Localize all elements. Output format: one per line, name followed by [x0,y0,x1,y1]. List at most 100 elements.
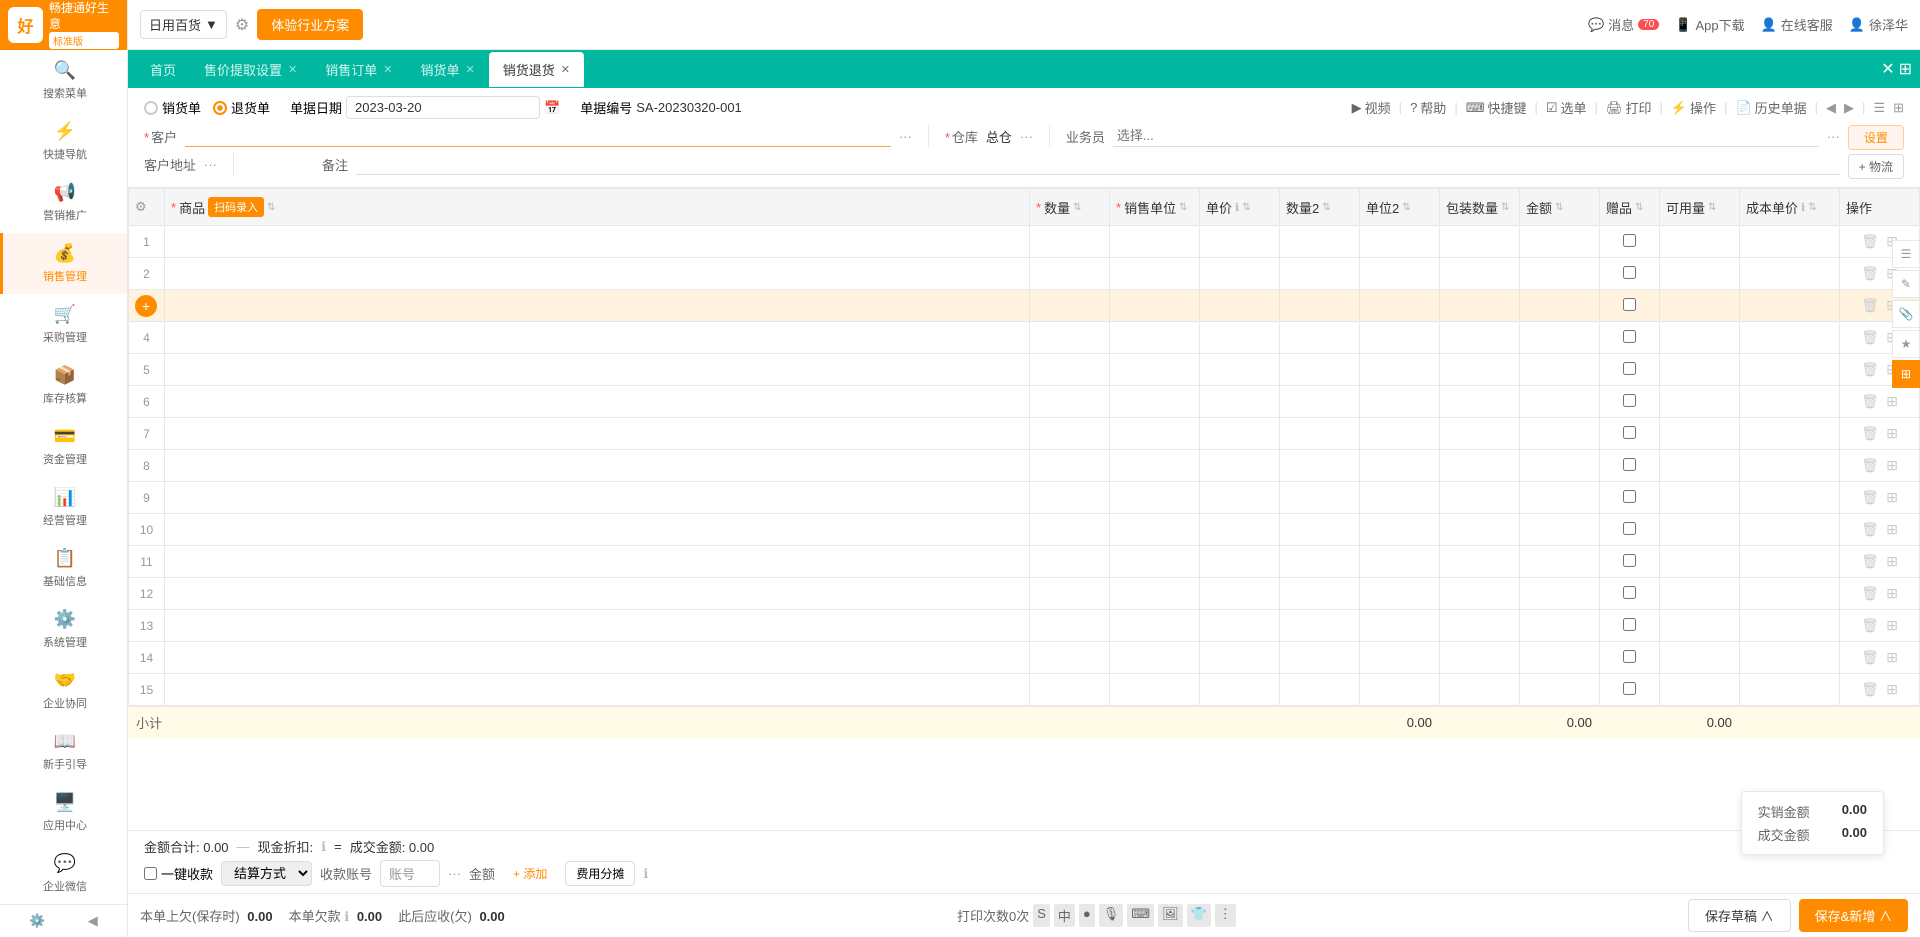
gift-checkbox[interactable] [1623,234,1636,247]
delete-icon[interactable]: 🗑 [1861,233,1879,249]
gift-checkbox[interactable] [1623,458,1636,471]
split-button[interactable]: 费用分摊 [565,861,635,886]
product-cell[interactable] [165,258,1030,290]
app-download-item[interactable]: 📱 App下载 [1675,15,1744,34]
delete-icon[interactable]: 🗑 [1861,425,1879,441]
sales-unit-cell[interactable] [1110,386,1200,418]
sidebar-item-quick[interactable]: ⚡ 快捷导航 [0,111,127,172]
one-key-checkbox[interactable] [144,867,157,880]
salesperson-dots[interactable]: ··· [1827,129,1840,144]
user-item[interactable]: 👤 徐泽华 [1849,15,1908,34]
sales-unit-cell[interactable] [1110,418,1200,450]
cost-price-cell[interactable] [1740,450,1840,482]
product-cell[interactable] [165,514,1030,546]
close-icon[interactable]: ✕ [561,63,570,76]
gift-checkbox[interactable] [1623,586,1636,599]
address-dots[interactable]: ··· [204,157,217,172]
sales-unit-cell[interactable] [1110,226,1200,258]
amount-cell[interactable] [1520,418,1600,450]
amount-cell[interactable] [1520,322,1600,354]
package-qty-cell[interactable] [1440,546,1520,578]
delete-icon[interactable]: 🗑 [1861,521,1879,537]
unit-price-cell[interactable] [1200,546,1280,578]
package-qty-cell[interactable] [1440,322,1520,354]
available-cell[interactable] [1660,322,1740,354]
gift-cell[interactable] [1600,418,1660,450]
package-qty-cell[interactable] [1440,642,1520,674]
copy-icon[interactable]: ⊞ [1886,425,1898,441]
available-cell[interactable] [1660,290,1740,322]
unit-price-cell[interactable] [1200,450,1280,482]
copy-icon[interactable]: ⊞ [1886,617,1898,633]
unit2-cell[interactable] [1360,546,1440,578]
quantity2-cell[interactable] [1280,546,1360,578]
nav-prev-icon[interactable]: ◀ [1826,100,1836,116]
tool-icon7[interactable]: ⋮ [1215,904,1236,927]
copy-icon[interactable]: ⊞ [1886,489,1898,505]
cost-price-cell[interactable] [1740,418,1840,450]
quantity-cell[interactable] [1030,546,1110,578]
available-cell[interactable] [1660,354,1740,386]
quantity-cell[interactable] [1030,386,1110,418]
cost-price-cell[interactable] [1740,610,1840,642]
cost-price-cell[interactable] [1740,546,1840,578]
delete-icon[interactable]: 🗑 [1861,457,1879,473]
cost-price-cell[interactable] [1740,258,1840,290]
available-cell[interactable] [1660,674,1740,706]
dots-icon[interactable]: ··· [448,866,461,881]
radio-sales-invoice[interactable]: 销货单 [144,98,201,117]
gift-cell[interactable] [1600,482,1660,514]
unit2-cell[interactable] [1360,674,1440,706]
delete-icon[interactable]: 🗑 [1861,297,1879,313]
amount-cell[interactable] [1520,258,1600,290]
tab-sales-order[interactable]: 销售订单 ✕ [311,52,406,87]
cost-price-cell[interactable] [1740,514,1840,546]
copy-icon[interactable]: ⊞ [1886,681,1898,697]
toolbar-help[interactable]: ? 帮助 [1410,98,1446,117]
unit2-cell[interactable] [1360,226,1440,258]
package-qty-cell[interactable] [1440,354,1520,386]
quantity2-cell[interactable] [1280,578,1360,610]
copy-icon[interactable]: ⊞ [1886,457,1898,473]
product-cell[interactable] [165,642,1030,674]
gift-checkbox[interactable] [1623,554,1636,567]
product-cell[interactable] [165,546,1030,578]
quantity2-cell[interactable] [1280,258,1360,290]
remark-input[interactable] [356,153,1840,175]
unit2-cell[interactable] [1360,578,1440,610]
package-qty-cell[interactable] [1440,418,1520,450]
quantity-cell[interactable] [1030,578,1110,610]
settings-bottom-icon[interactable]: ⚙️ [29,913,45,929]
package-qty-cell[interactable] [1440,674,1520,706]
side-quick-btn-3[interactable]: 📎 [1892,300,1920,328]
unit2-cell[interactable] [1360,610,1440,642]
settings-button[interactable]: 设置 [1848,125,1904,150]
package-qty-cell[interactable] [1440,290,1520,322]
unit2-cell[interactable] [1360,386,1440,418]
package-qty-cell[interactable] [1440,386,1520,418]
column-settings-icon[interactable]: ⚙ [135,199,147,214]
package-qty-cell[interactable] [1440,482,1520,514]
amount-cell[interactable] [1520,546,1600,578]
calendar-icon[interactable]: 📅 [544,100,560,116]
unit2-cell[interactable] [1360,514,1440,546]
s-icon[interactable]: S [1033,904,1050,927]
quantity2-cell[interactable] [1280,674,1360,706]
quantity-cell[interactable] [1030,642,1110,674]
package-qty-cell[interactable] [1440,514,1520,546]
radio-return[interactable]: 退货单 [213,98,270,117]
available-cell[interactable] [1660,642,1740,674]
sidebar-item-guide[interactable]: 📖 新手引导 [0,721,127,782]
product-cell[interactable] [165,354,1030,386]
unit-price-cell[interactable] [1200,354,1280,386]
nav-next-icon[interactable]: ▶ [1844,100,1854,116]
package-qty-cell[interactable] [1440,226,1520,258]
cost-price-cell[interactable] [1740,322,1840,354]
unit-price-cell[interactable] [1200,322,1280,354]
quantity-cell[interactable] [1030,418,1110,450]
sidebar-item-apps[interactable]: 🖥️ 应用中心 [0,782,127,843]
sales-unit-cell[interactable] [1110,450,1200,482]
product-cell[interactable] [165,610,1030,642]
gift-cell[interactable] [1600,386,1660,418]
amount-cell[interactable] [1520,674,1600,706]
